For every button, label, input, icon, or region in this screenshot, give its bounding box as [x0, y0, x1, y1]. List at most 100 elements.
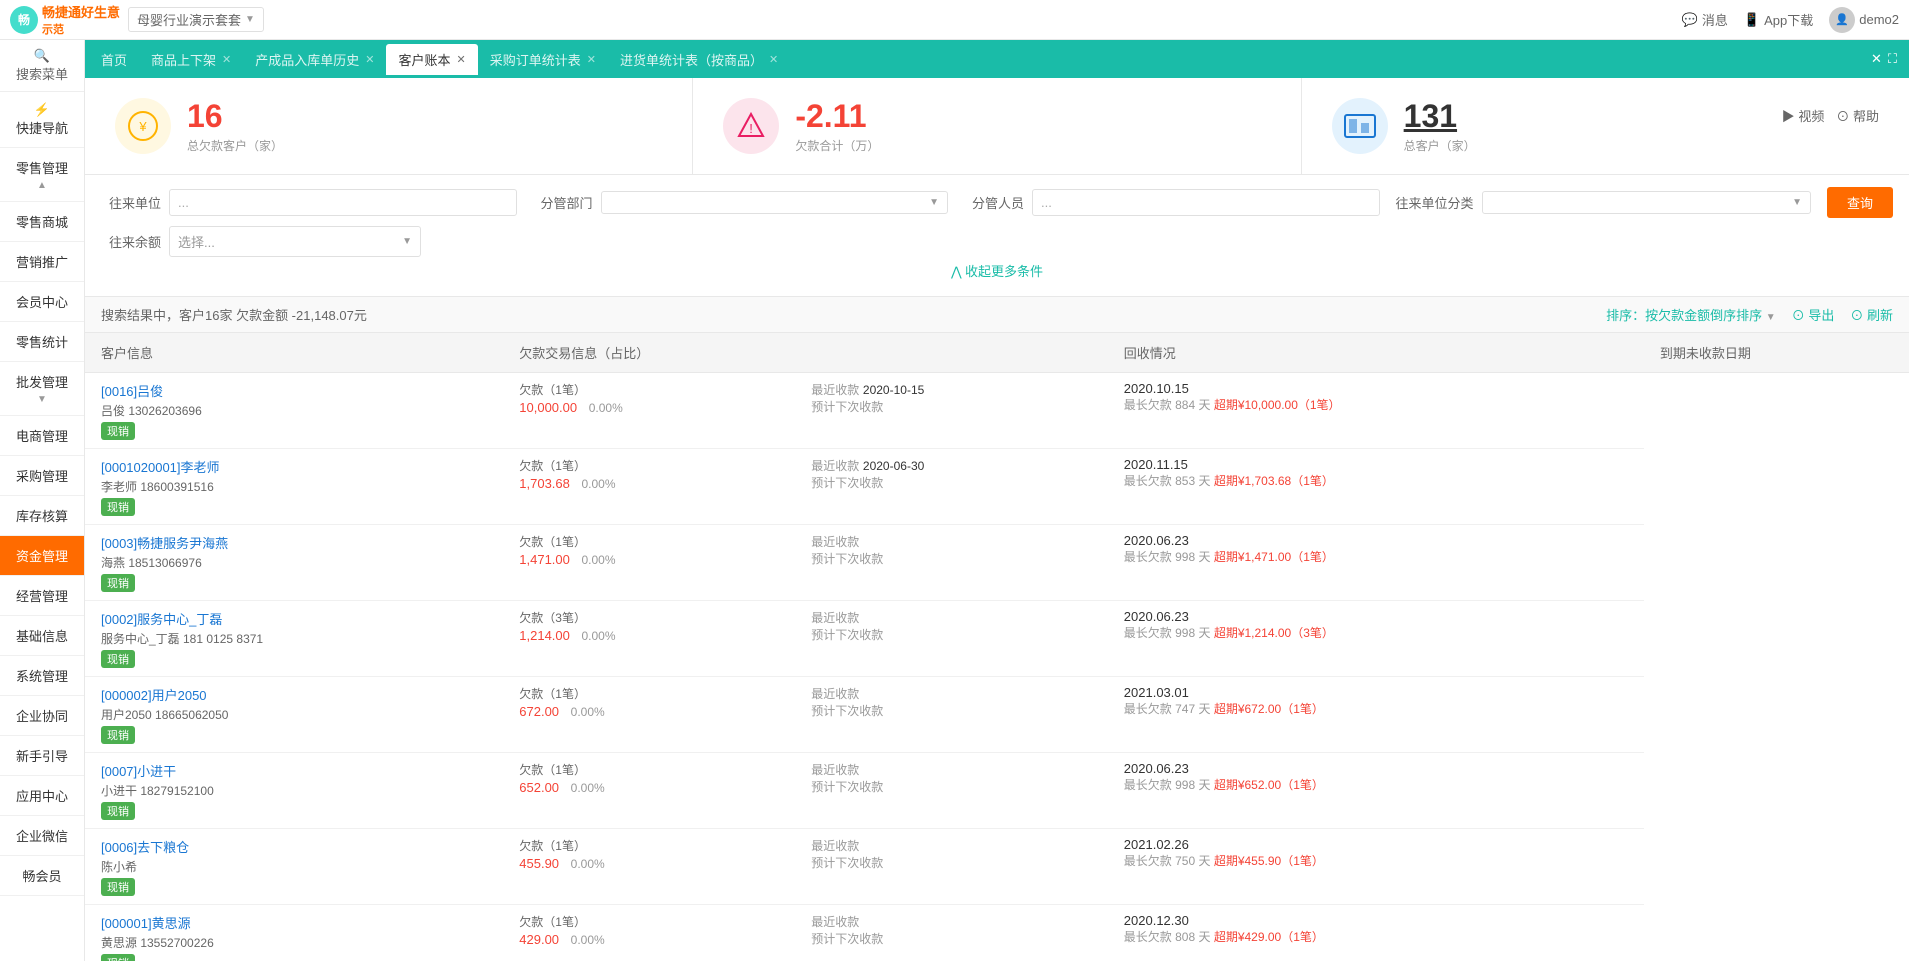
sidebar-item-wechat[interactable]: 企业微信 [0, 816, 84, 856]
help-icon: ⊙ [1836, 109, 1849, 124]
sidebar-item-guide[interactable]: 新手引导 [0, 736, 84, 776]
cell-recovery: 最近收款 预计下次收款 [795, 905, 1108, 961]
sidebar-item-app-center[interactable]: 应用中心 [0, 776, 84, 816]
table-row: [0006]去下粮仓 陈小希 现销 欠款（1笔） 455.90 0.00% 最近… [85, 829, 1909, 905]
refresh-btn[interactable]: ⊙ 刷新 [1850, 305, 1893, 324]
sidebar-item-system[interactable]: 系统管理 [0, 656, 84, 696]
content-area: 首页 商品上下架 ✕ 产成品入库单历史 ✕ 客户账本 ✕ 采购订单统计表 ✕ 进… [85, 40, 1909, 961]
recent-label: 最近收款 [811, 915, 859, 929]
tab-bar: 首页 商品上下架 ✕ 产成品入库单历史 ✕ 客户账本 ✕ 采购订单统计表 ✕ 进… [85, 40, 1909, 78]
sidebar-item-quick-nav[interactable]: ⚡ 快捷导航 [0, 92, 84, 148]
close-tab-3-icon[interactable]: ✕ [457, 53, 466, 66]
close-tab-1-icon[interactable]: ✕ [222, 53, 231, 66]
sidebar-item-wholesale[interactable]: 批发管理 ▼ [0, 362, 84, 416]
overdue-amount-link[interactable]: 超期¥1,703.68（1笔） [1214, 474, 1334, 488]
customer-name-link[interactable]: [000002]用户2050 [101, 688, 207, 703]
sidebar-item-retail-stats[interactable]: 零售统计 [0, 322, 84, 362]
collapse-filters-btn[interactable]: ⋀ 收起更多条件 [101, 257, 1893, 284]
search-button[interactable]: 查询 [1827, 187, 1893, 218]
customer-tag: 现销 [101, 954, 135, 961]
export-btn[interactable]: ⊙ 导出 [1792, 305, 1835, 324]
customer-name-link[interactable]: [0016]吕俊 [101, 384, 163, 399]
sidebar-item-member[interactable]: 会员中心 [0, 282, 84, 322]
th-due-date: 到期未收款日期 [1644, 333, 1909, 373]
overdue-amount-link[interactable]: 超期¥10,000.00（1笔） [1214, 398, 1341, 412]
debtors-icon: ¥ [115, 98, 171, 154]
tab-production-history[interactable]: 产成品入库单历史 ✕ [243, 44, 386, 75]
maximize-btn[interactable]: ⛶ [1888, 51, 1897, 67]
overdue-days: 最长欠款 998 天 [1124, 778, 1214, 792]
top-bar-right: 💬 消息 📱 App下载 👤 demo2 [1682, 7, 1899, 33]
customer-name-link[interactable]: [0003]畅捷服务尹海燕 [101, 536, 228, 551]
search-icon: 🔍 [6, 48, 78, 64]
recent-label: 最近收款 [811, 839, 859, 853]
cell-due-date: 2020.06.23 最长欠款 998 天 超期¥652.00（1笔） [1108, 753, 1644, 829]
sidebar-item-finance[interactable]: 资金管理 [0, 536, 84, 576]
sidebar-item-enterprise[interactable]: 企业协同 [0, 696, 84, 736]
stat-card-debt-total: ! -2.11 欠款合计（万） [693, 78, 1301, 174]
tab-customer-ledger[interactable]: 客户账本 ✕ [386, 44, 477, 75]
th-customer-info: 客户信息 [85, 333, 503, 373]
search-menu-btn[interactable]: 🔍 搜索菜单 [0, 40, 84, 92]
due-date: 2020.11.15 [1124, 457, 1628, 472]
help-btn[interactable]: ⊙ 帮助 [1836, 106, 1879, 125]
filter-balance: 往来余额 选择... ▼ [101, 226, 421, 257]
close-tab-4-icon[interactable]: ✕ [587, 53, 596, 66]
sidebar-item-ecommerce[interactable]: 电商管理 [0, 416, 84, 456]
overdue-amount-link[interactable]: 超期¥429.00（1笔） [1214, 930, 1324, 944]
filter-row-1: 往来单位 ... 分管部门 ▼ 分管人员 [101, 187, 1893, 218]
close-tab-2-icon[interactable]: ✕ [365, 53, 374, 66]
sidebar-item-member-plus[interactable]: 畅会员 [0, 856, 84, 896]
customer-name-link[interactable]: [0002]服务中心_丁磊 [101, 612, 222, 627]
sidebar-item-operations[interactable]: 经营管理 [0, 576, 84, 616]
person-input[interactable]: ... [1032, 189, 1380, 216]
cell-recovery: 最近收款 预计下次收款 [795, 601, 1108, 677]
sidebar-item-basic-info[interactable]: 基础信息 [0, 616, 84, 656]
customer-phone: 用户2050 18665062050 [101, 706, 487, 723]
tab-product-listing[interactable]: 商品上下架 ✕ [139, 44, 243, 75]
close-all-tabs-btn[interactable]: ✕ [1871, 51, 1882, 67]
user-menu[interactable]: 👤 demo2 [1829, 7, 1899, 33]
app-download-btn[interactable]: 📱 App下载 [1744, 10, 1813, 29]
cell-debt: 欠款（1笔） 672.00 0.00% [503, 677, 795, 753]
recent-label: 最近收款 [811, 459, 859, 473]
tab-home[interactable]: 首页 [89, 44, 139, 75]
message-btn[interactable]: 💬 消息 [1682, 10, 1728, 29]
tab-purchase-stats[interactable]: 采购订单统计表 ✕ [478, 44, 608, 75]
overdue-amount-link[interactable]: 超期¥672.00（1笔） [1214, 702, 1324, 716]
company-dropdown-icon: ▼ [245, 14, 255, 25]
category-select[interactable]: ▼ [1482, 191, 1811, 214]
customer-name-link[interactable]: [0001020001]李老师 [101, 460, 220, 475]
cell-debt: 欠款（1笔） 1,703.68 0.00% [503, 449, 795, 525]
sidebar-item-inventory[interactable]: 库存核算 [0, 496, 84, 536]
close-tab-5-icon[interactable]: ✕ [769, 53, 778, 66]
page-content: ¥ 16 总欠款客户（家） ! [85, 78, 1909, 961]
debt-percent: 0.00% [571, 705, 605, 719]
overdue-amount-link[interactable]: 超期¥1,471.00（1笔） [1214, 550, 1334, 564]
sidebar-item-retail-mall[interactable]: 零售商城 [0, 202, 84, 242]
customer-name-link[interactable]: [0006]去下粮仓 [101, 840, 189, 855]
overdue-amount-link[interactable]: 超期¥1,214.00（3笔） [1214, 626, 1334, 640]
stat-info-debtors: 16 总欠款客户（家） [187, 98, 283, 154]
filter-category: 往来单位分类 ▼ [1396, 191, 1812, 214]
balance-select[interactable]: 选择... ▼ [169, 226, 421, 257]
dept-select[interactable]: ▼ [601, 191, 949, 214]
from-unit-input[interactable]: ... [169, 189, 517, 216]
view-video-btn[interactable]: ▶ 视频 [1782, 106, 1825, 125]
customer-name-link[interactable]: [0007]小进干 [101, 764, 176, 779]
recent-label: 最近收款 [811, 687, 859, 701]
debt-percent: 0.00% [571, 933, 605, 947]
table-row: [0007]小进干 小进干 18279152100 现销 欠款（1笔） 652.… [85, 753, 1909, 829]
sidebar-item-marketing[interactable]: 营销推广 [0, 242, 84, 282]
cell-customer: [0002]服务中心_丁磊 服务中心_丁磊 181 0125 8371 现销 [85, 601, 503, 677]
sort-chevron-icon[interactable]: ▼ [1766, 312, 1776, 323]
sidebar-item-retail-mgmt[interactable]: 零售管理 ▲ [0, 148, 84, 202]
debt-percent: 0.00% [571, 781, 605, 795]
overdue-amount-link[interactable]: 超期¥455.90（1笔） [1214, 854, 1324, 868]
sidebar-item-purchase[interactable]: 采购管理 [0, 456, 84, 496]
company-selector[interactable]: 母婴行业演示套套 ▼ [128, 7, 264, 32]
customer-name-link[interactable]: [000001]黄思源 [101, 916, 191, 931]
debt-label: 欠款（1笔） [519, 381, 779, 398]
tab-goods-stats[interactable]: 进货单统计表（按商品） ✕ [608, 44, 790, 75]
overdue-amount-link[interactable]: 超期¥652.00（1笔） [1214, 778, 1324, 792]
